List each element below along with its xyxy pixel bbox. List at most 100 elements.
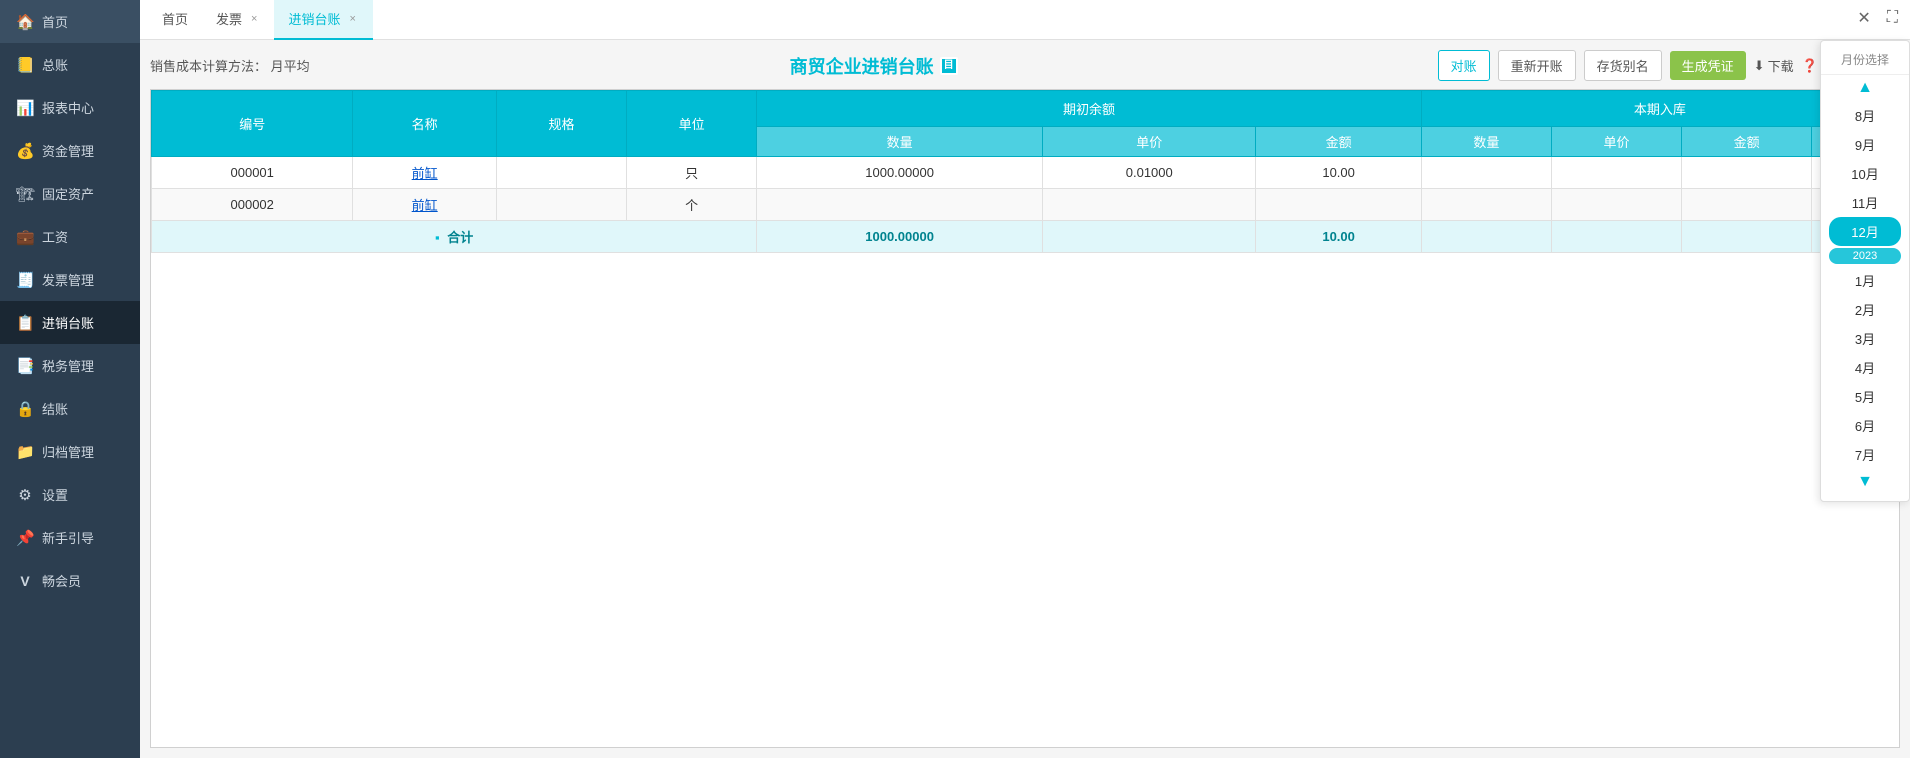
sidebar-item-ledger[interactable]: 📒 总账 <box>0 43 140 86</box>
tabs-bar: 首页 发票 × 进销台账 × <box>140 0 1910 40</box>
month-item-2[interactable]: 2月 <box>1821 295 1909 324</box>
tab-invoice-label: 发票 <box>216 9 242 28</box>
total-label-cell: ▪ 合计 <box>152 221 757 253</box>
reports-icon: 📊 <box>16 99 34 117</box>
cell-open-qty-1: 1000.00000 <box>757 157 1043 189</box>
month-item-1[interactable]: 1月 <box>1821 266 1909 295</box>
total-open-amt: 10.00 <box>1256 221 1421 253</box>
home-icon: 🏠 <box>16 13 34 31</box>
main-area: ✕ ⛶ 首页 发票 × 进销台账 × 销售成本计算方法： 月平均 商贸企业进销台… <box>140 0 1910 758</box>
window-controls: ✕ ⛶ <box>1853 6 1902 30</box>
cell-unit-2: 个 <box>627 189 757 221</box>
settings-icon: ⚙ <box>16 486 34 504</box>
sidebar-item-reports[interactable]: 📊 报表中心 <box>0 86 140 129</box>
close-button[interactable]: ✕ <box>1853 6 1874 30</box>
page-title-area: 商贸企业进销台账 目 <box>790 53 958 79</box>
cell-name-2: 前缸 <box>353 189 496 221</box>
sidebar-item-purchase-sales[interactable]: 📋 进销台账 <box>0 301 140 344</box>
sidebar-item-home[interactable]: 🏠 首页 <box>0 0 140 43</box>
month-item-4[interactable]: 4月 <box>1821 353 1909 382</box>
cell-open-amt-1: 10.00 <box>1256 157 1421 189</box>
cell-code-2: 000002 <box>152 189 353 221</box>
tab-purchase-sales-close[interactable]: × <box>346 12 358 26</box>
sidebar-item-tax[interactable]: 📑 税务管理 <box>0 344 140 387</box>
month-item-7[interactable]: 7月 <box>1821 440 1909 469</box>
sidebar-item-assets[interactable]: 🏗 固定资产 <box>0 172 140 215</box>
th-unit: 单位 <box>627 91 757 157</box>
sidebar-item-archive[interactable]: 📁 归档管理 <box>0 430 140 473</box>
month-scroll-down[interactable]: ▼ <box>1821 469 1909 495</box>
sidebar-item-vip[interactable]: V 畅会员 <box>0 559 140 602</box>
th-code: 编号 <box>152 91 353 157</box>
tax-icon: 📑 <box>16 357 34 375</box>
sidebar-label-home: 首页 <box>42 12 68 31</box>
sidebar-item-funds[interactable]: 💰 资金管理 <box>0 129 140 172</box>
th-open-price: 单价 <box>1043 127 1256 157</box>
assets-icon: 🏗 <box>16 185 34 203</box>
month-item-6[interactable]: 6月 <box>1821 411 1909 440</box>
th-spec: 规格 <box>496 91 626 157</box>
help-icon: ❓ <box>1802 58 1818 74</box>
vip-icon: V <box>16 573 34 589</box>
cost-method-label: 销售成本计算方法： <box>150 59 267 74</box>
sidebar-label-guide: 新手引导 <box>42 528 94 547</box>
cell-name-1: 前缸 <box>353 157 496 189</box>
guide-icon: 📌 <box>16 529 34 547</box>
sidebar-label-reports: 报表中心 <box>42 98 94 117</box>
save-alias-button[interactable]: 存货别名 <box>1584 50 1662 81</box>
tab-home-label: 首页 <box>162 9 188 28</box>
month-item-12[interactable]: 12月 <box>1829 217 1901 246</box>
expand-button[interactable]: ⛶ <box>1883 7 1902 29</box>
month-item-10[interactable]: 10月 <box>1821 159 1909 188</box>
purchase-sales-icon: 📋 <box>16 314 34 332</box>
month-item-11[interactable]: 11月 <box>1821 188 1909 217</box>
sidebar-label-invoice-mgr: 发票管理 <box>42 270 94 289</box>
year-badge-2023: 2023 <box>1829 248 1901 264</box>
cell-in-qty-1 <box>1421 157 1551 189</box>
duizhang-button[interactable]: 对账 <box>1438 50 1490 81</box>
cell-open-amt-2 <box>1256 189 1421 221</box>
total-open-qty: 1000.00000 <box>757 221 1043 253</box>
month-item-3[interactable]: 3月 <box>1821 324 1909 353</box>
reopen-button[interactable]: 重新开账 <box>1498 50 1576 81</box>
sidebar-label-tax: 税务管理 <box>42 356 94 375</box>
total-icon: ▪ <box>435 230 440 245</box>
sidebar-item-invoice-mgr[interactable]: 🧾 发票管理 <box>0 258 140 301</box>
tab-invoice[interactable]: 发票 × <box>202 0 274 40</box>
sidebar: 🏠 首页 📒 总账 📊 报表中心 💰 资金管理 🏗 固定资产 💼 工资 🧾 发票… <box>0 0 140 758</box>
sidebar-item-salary[interactable]: 💼 工资 <box>0 215 140 258</box>
cost-method-value: 月平均 <box>271 59 310 74</box>
sidebar-label-ledger: 总账 <box>42 55 68 74</box>
page-title: 商贸企业进销台账 <box>790 53 934 79</box>
month-panel-title: 月份选择 <box>1821 47 1909 75</box>
th-open-qty: 数量 <box>757 127 1043 157</box>
data-table-container: 编号 名称 规格 单位 期初余额 本期入库 数量 单价 金额 数量 单价 金额 <box>150 89 1900 748</box>
sidebar-item-guide[interactable]: 📌 新手引导 <box>0 516 140 559</box>
download-button[interactable]: ⬇ 下载 <box>1754 56 1794 75</box>
total-in-price <box>1551 221 1681 253</box>
sidebar-label-settings: 设置 <box>42 485 68 504</box>
th-name: 名称 <box>353 91 496 157</box>
sidebar-label-funds: 资金管理 <box>42 141 94 160</box>
generate-voucher-button[interactable]: 生成凭证 <box>1670 51 1746 80</box>
month-item-9[interactable]: 9月 <box>1821 130 1909 159</box>
closing-icon: 🔒 <box>16 400 34 418</box>
title-icon[interactable]: 目 <box>940 57 958 75</box>
month-item-5[interactable]: 5月 <box>1821 382 1909 411</box>
table-row: 000002 前缸 个 <box>152 189 1899 221</box>
sidebar-item-closing[interactable]: 🔒 结账 <box>0 387 140 430</box>
total-label: 合计 <box>447 230 473 245</box>
sidebar-item-settings[interactable]: ⚙ 设置 <box>0 473 140 516</box>
month-scroll-up[interactable]: ▲ <box>1821 75 1909 101</box>
cell-in-amt-1 <box>1682 157 1812 189</box>
th-in-qty: 数量 <box>1421 127 1551 157</box>
sidebar-label-purchase-sales: 进销台账 <box>42 313 94 332</box>
cost-method-info: 销售成本计算方法： 月平均 <box>150 56 310 75</box>
month-item-8[interactable]: 8月 <box>1821 101 1909 130</box>
tab-purchase-sales[interactable]: 进销台账 × <box>274 0 372 40</box>
cell-in-price-2 <box>1551 189 1681 221</box>
tab-invoice-close[interactable]: × <box>248 12 260 26</box>
tab-home[interactable]: 首页 <box>148 0 202 40</box>
total-row: ▪ 合计 1000.00000 10.00 <box>152 221 1899 253</box>
sidebar-label-salary: 工资 <box>42 227 68 246</box>
